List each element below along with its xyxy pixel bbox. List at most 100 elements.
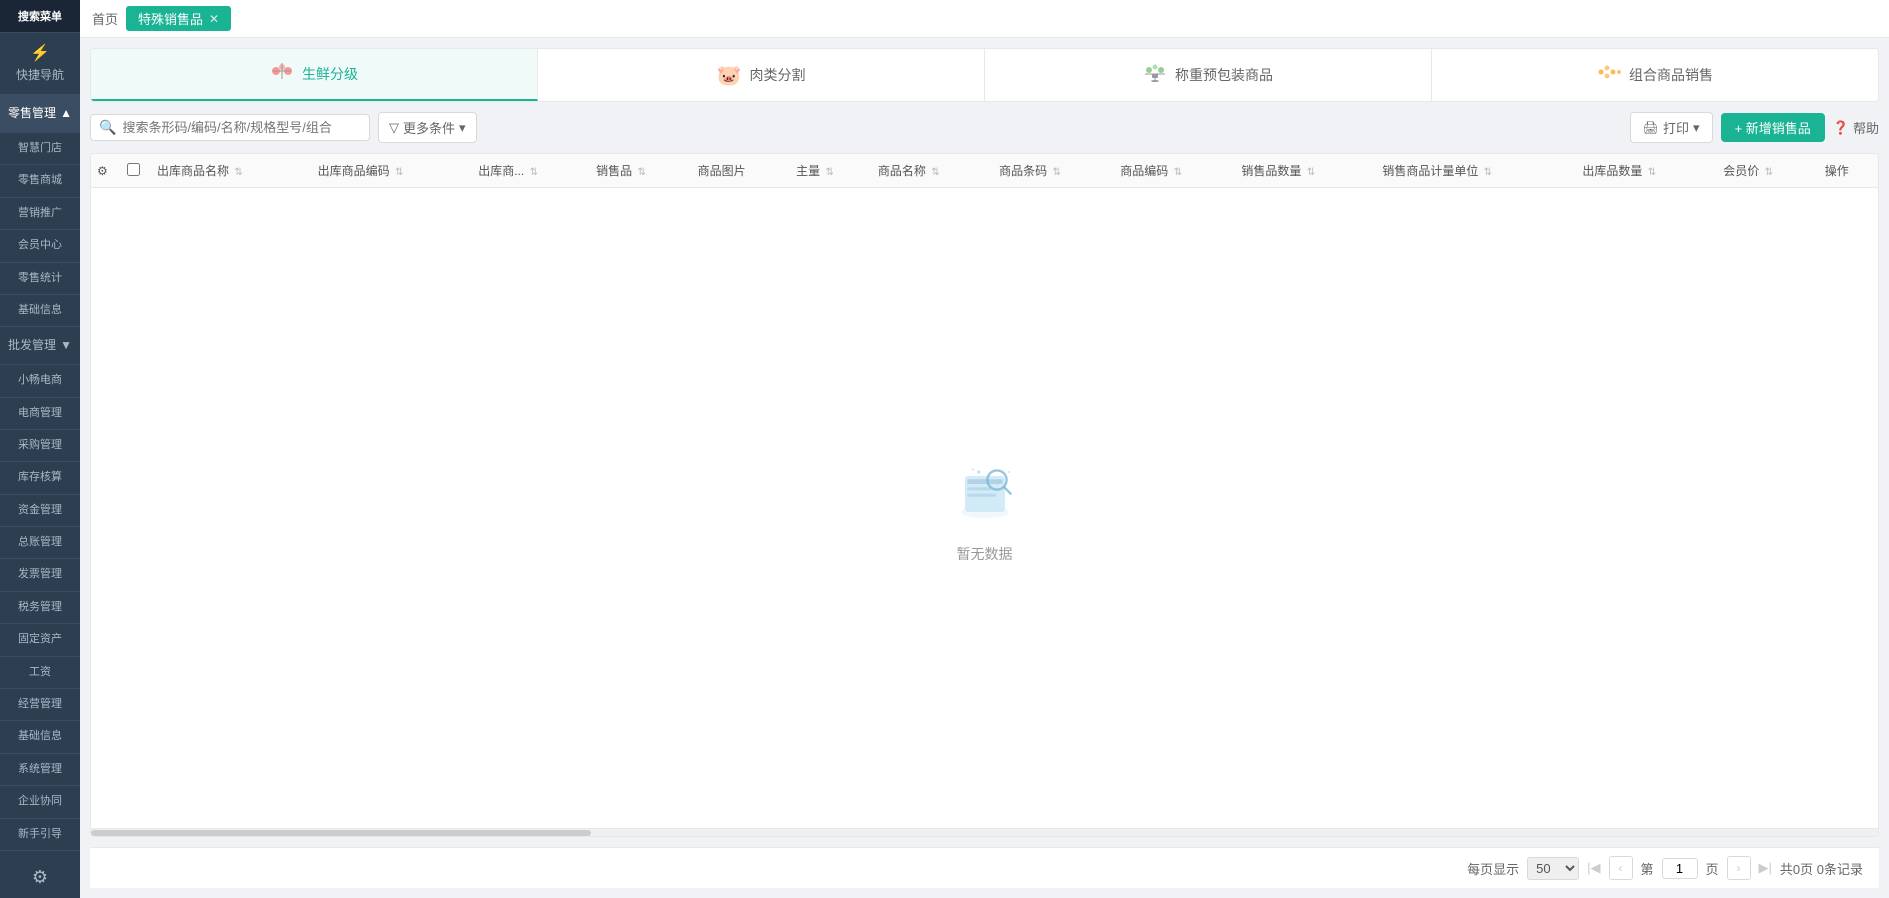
sidebar-label-enterprise: 企业协同	[18, 794, 62, 809]
sidebar-label-finance: 资金管理	[18, 503, 62, 518]
tab-fresh-grading-label: 生鲜分级	[302, 64, 358, 84]
sidebar-label-guide: 新手引导	[18, 827, 62, 842]
sidebar-item-enterprise[interactable]: 企业协同	[0, 786, 80, 818]
filter-icon: ▽	[389, 120, 399, 136]
sidebar-item-purchase[interactable]: 采购管理	[0, 430, 80, 462]
th-outstock-unit-label: 出库商...	[478, 164, 524, 178]
th-product-name-label: 商品名称	[878, 164, 926, 178]
sidebar-item-quick-nav[interactable]: ⚡ 快捷导航	[0, 33, 80, 95]
th-checkbox[interactable]	[121, 154, 151, 188]
toolbar-left: 🔍 ▽ 更多条件 ▾	[90, 112, 477, 143]
active-tab-label: 特殊销售品	[138, 9, 203, 28]
chevron-down-icon: ▼	[60, 337, 72, 354]
th-product-code[interactable]: 商品编码 ⇅	[1114, 154, 1235, 188]
horizontal-scrollbar[interactable]	[91, 828, 1878, 836]
sidebar-item-tax[interactable]: 税务管理	[0, 592, 80, 624]
sidebar-item-inventory[interactable]: 库存核算	[0, 462, 80, 494]
th-barcode[interactable]: 商品条码 ⇅	[993, 154, 1114, 188]
sidebar-label-purchase: 采购管理	[18, 438, 62, 453]
page-next-button[interactable]: ›	[1727, 856, 1751, 880]
tab-weigh-prepack[interactable]: 称重预包装商品	[985, 49, 1432, 101]
sort-icon: ⇅	[234, 167, 242, 178]
search-input[interactable]	[122, 120, 342, 135]
page-size-select[interactable]: 50 10 20 100	[1527, 857, 1579, 880]
th-main-quantity[interactable]: 主量 ⇅	[790, 154, 872, 188]
sidebar-label-fixed-assets: 固定资产	[18, 632, 62, 647]
sidebar-label-quick-nav: 快捷导航	[16, 67, 64, 84]
th-member-price[interactable]: 会员价 ⇅	[1717, 154, 1818, 188]
th-outstock-qty[interactable]: 出库品数量 ⇅	[1576, 154, 1717, 188]
sidebar-label-retail-stats: 零售统计	[18, 271, 62, 286]
sidebar-item-invoice[interactable]: 发票管理	[0, 559, 80, 591]
category-tabs: 生鲜分级 🐷 肉类分割 称重预包	[90, 48, 1879, 102]
th-outstock-code[interactable]: 出库商品编码 ⇅	[312, 154, 473, 188]
sidebar-item-system[interactable]: 系统管理	[0, 754, 80, 786]
sidebar-item-smart-store[interactable]: 智慧门店	[0, 133, 80, 165]
th-sales-qty-label: 销售品数量	[1241, 164, 1301, 178]
sidebar-item-base-info-2[interactable]: 基础信息	[0, 721, 80, 753]
sidebar: 搜索菜单 ⚡ 快捷导航 零售管理 ▲ 智慧门店 零售商城 营销推广 会员中心 零…	[0, 0, 80, 898]
sidebar-label-marketing: 营销推广	[18, 206, 62, 221]
th-barcode-label: 商品条码	[999, 164, 1047, 178]
total-records: 共0页 0条记录	[1780, 859, 1863, 878]
tab-fresh-grading[interactable]: 生鲜分级	[91, 49, 538, 101]
sort-icon-11: ⇅	[1648, 167, 1656, 178]
sidebar-item-wholesale[interactable]: 批发管理 ▼	[0, 327, 80, 365]
th-sales-unit[interactable]: 销售商品计量单位 ⇅	[1376, 154, 1576, 188]
th-outstock-unit[interactable]: 出库商... ⇅	[472, 154, 590, 188]
close-tab-icon[interactable]: ✕	[209, 12, 219, 26]
page-prev-button[interactable]: ‹	[1609, 856, 1633, 880]
sidebar-item-finance[interactable]: 资金管理	[0, 495, 80, 527]
tab-meat-cutting[interactable]: 🐷 肉类分割	[538, 49, 985, 101]
th-outstock-name[interactable]: 出库商品名称 ⇅	[151, 154, 312, 188]
add-product-button[interactable]: + 新增销售品	[1721, 113, 1825, 142]
th-sales-product[interactable]: 销售品 ⇅	[590, 154, 691, 188]
sidebar-item-retail-mgmt[interactable]: 零售管理 ▲	[0, 95, 80, 133]
tab-weigh-prepack-label: 称重预包装商品	[1175, 65, 1273, 85]
page-number-input[interactable]	[1662, 858, 1698, 879]
sidebar-label-ledger: 总账管理	[18, 535, 62, 550]
sidebar-item-retail-mall[interactable]: 零售商城	[0, 165, 80, 197]
sidebar-item-base-info-1[interactable]: 基础信息	[0, 295, 80, 327]
page-first-icon: |◀	[1587, 860, 1600, 876]
pagination: 每页显示 50 10 20 100 |◀ ‹ 第 页 › ▶| 共0页 0条记录	[90, 847, 1879, 888]
active-tab[interactable]: 特殊销售品 ✕	[126, 6, 231, 31]
toolbar-right: 🖨 打印 ▾ + 新增销售品 ❓ 帮助	[1630, 112, 1879, 143]
th-settings[interactable]: ⚙	[91, 154, 121, 188]
sort-icon-12: ⇅	[1765, 167, 1773, 178]
print-button[interactable]: 🖨 打印 ▾	[1630, 112, 1713, 143]
print-label: 打印	[1663, 118, 1689, 137]
sort-icon-7: ⇅	[1052, 167, 1060, 178]
sidebar-label-tax: 税务管理	[18, 600, 62, 615]
tab-combo-sales[interactable]: 组合商品销售	[1432, 49, 1878, 101]
th-outstock-code-label: 出库商品编码	[318, 164, 390, 178]
th-outstock-name-label: 出库商品名称	[157, 164, 229, 178]
th-member-price-label: 会员价	[1723, 164, 1759, 178]
help-button[interactable]: ❓ 帮助	[1833, 118, 1879, 137]
sidebar-item-operations[interactable]: 经营管理	[0, 689, 80, 721]
home-tab[interactable]: 首页	[92, 9, 118, 28]
filter-button[interactable]: ▽ 更多条件 ▾	[378, 112, 477, 143]
sidebar-item-ecom-mgmt[interactable]: 电商管理	[0, 398, 80, 430]
scroll-thumb[interactable]	[91, 830, 591, 836]
search-box[interactable]: 🔍	[90, 114, 370, 141]
sidebar-logo[interactable]: 搜索菜单	[0, 0, 80, 33]
sidebar-item-fixed-assets[interactable]: 固定资产	[0, 624, 80, 656]
sidebar-item-ecommerce[interactable]: 小畅电商	[0, 365, 80, 397]
sidebar-item-member[interactable]: 会员中心	[0, 230, 80, 262]
sidebar-item-salary[interactable]: 工资	[0, 657, 80, 689]
chevron-down-icon: ▾	[459, 120, 466, 136]
th-sales-qty[interactable]: 销售品数量 ⇅	[1235, 154, 1376, 188]
select-all-checkbox[interactable]	[127, 163, 140, 176]
page-label-pre: 第	[1641, 859, 1654, 878]
chevron-icon: ▲	[60, 105, 72, 122]
th-product-name[interactable]: 商品名称 ⇅	[872, 154, 993, 188]
sidebar-label-ecommerce: 小畅电商	[18, 373, 62, 388]
sidebar-item-guide[interactable]: 新手引导	[0, 819, 80, 851]
sidebar-item-marketing[interactable]: 营销推广	[0, 198, 80, 230]
settings-icon[interactable]: ⚙	[97, 164, 108, 178]
sidebar-gear-button[interactable]: ⚙	[0, 857, 80, 898]
sidebar-item-retail-stats[interactable]: 零售统计	[0, 263, 80, 295]
sidebar-item-ledger[interactable]: 总账管理	[0, 527, 80, 559]
filter-label: 更多条件	[403, 118, 455, 137]
